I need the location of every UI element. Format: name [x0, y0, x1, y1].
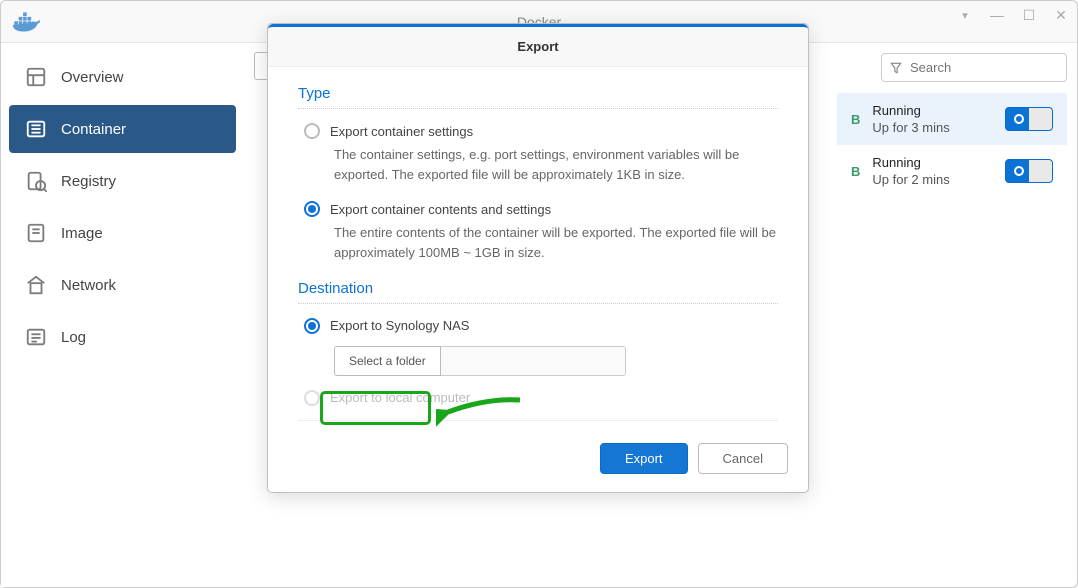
minimize-button[interactable]: — — [983, 1, 1011, 29]
sidebar: Overview Container Registry Image Networ… — [1, 43, 244, 587]
section-title-type: Type — [298, 85, 778, 102]
select-folder-button[interactable]: Select a folder — [334, 346, 441, 376]
sidebar-label: Network — [61, 277, 116, 294]
search-wrap — [881, 53, 1067, 82]
sidebar-label: Log — [61, 329, 86, 346]
dialog-title: Export — [268, 24, 808, 67]
maximize-button[interactable]: ☐ — [1015, 1, 1043, 29]
radio-description: The container settings, e.g. port settin… — [334, 145, 778, 185]
container-uptime: Up for 2 mins — [872, 172, 993, 187]
container-row[interactable]: B Running Up for 2 mins — [837, 145, 1067, 197]
container-list: B Running Up for 3 mins B Running Up for… — [837, 93, 1067, 197]
sidebar-label: Container — [61, 121, 126, 138]
radio-export-local — [304, 390, 320, 406]
sidebar-item-container[interactable]: Container — [9, 105, 236, 153]
radio-export-contents[interactable] — [304, 201, 320, 217]
docker-icon — [11, 11, 41, 33]
toggle-switch[interactable] — [1005, 107, 1053, 131]
section-title-destination: Destination — [298, 280, 778, 297]
container-letter: B — [851, 164, 860, 179]
cancel-button[interactable]: Cancel — [698, 443, 788, 474]
sidebar-item-overview[interactable]: Overview — [9, 53, 236, 101]
log-icon — [25, 326, 47, 348]
sidebar-label: Image — [61, 225, 103, 242]
radio-label: Export container contents and settings — [330, 202, 551, 217]
sidebar-item-image[interactable]: Image — [9, 209, 236, 257]
filter-icon — [889, 61, 903, 75]
close-button[interactable]: ✕ — [1047, 1, 1075, 29]
export-button[interactable]: Export — [600, 443, 688, 474]
sidebar-item-network[interactable]: Network — [9, 261, 236, 309]
radio-export-settings[interactable] — [304, 123, 320, 139]
export-dialog: Export Type Export container settings Th… — [267, 23, 809, 493]
search-input[interactable] — [881, 53, 1067, 82]
radio-export-nas[interactable] — [304, 318, 320, 334]
toggle-switch[interactable] — [1005, 159, 1053, 183]
pin-button[interactable]: ▾ — [951, 1, 979, 29]
sidebar-item-log[interactable]: Log — [9, 313, 236, 361]
container-uptime: Up for 3 mins — [872, 120, 993, 135]
folder-path-field[interactable] — [440, 346, 626, 376]
container-letter: B — [851, 112, 860, 127]
registry-icon — [25, 170, 47, 192]
radio-label: Export to Synology NAS — [330, 318, 469, 333]
container-status: Running — [872, 155, 993, 170]
radio-label: Export container settings — [330, 124, 473, 139]
sidebar-label: Registry — [61, 173, 116, 190]
window-controls: ▾ — ☐ ✕ — [951, 1, 1075, 29]
container-status: Running — [872, 103, 993, 118]
container-row[interactable]: B Running Up for 3 mins — [837, 93, 1067, 145]
container-icon — [25, 118, 47, 140]
image-icon — [25, 222, 47, 244]
dashboard-icon — [25, 66, 47, 88]
sidebar-item-registry[interactable]: Registry — [9, 157, 236, 205]
radio-description: The entire contents of the container wil… — [334, 223, 778, 263]
network-icon — [25, 274, 47, 296]
sidebar-label: Overview — [61, 69, 124, 86]
radio-label: Export to local computer — [330, 390, 470, 405]
